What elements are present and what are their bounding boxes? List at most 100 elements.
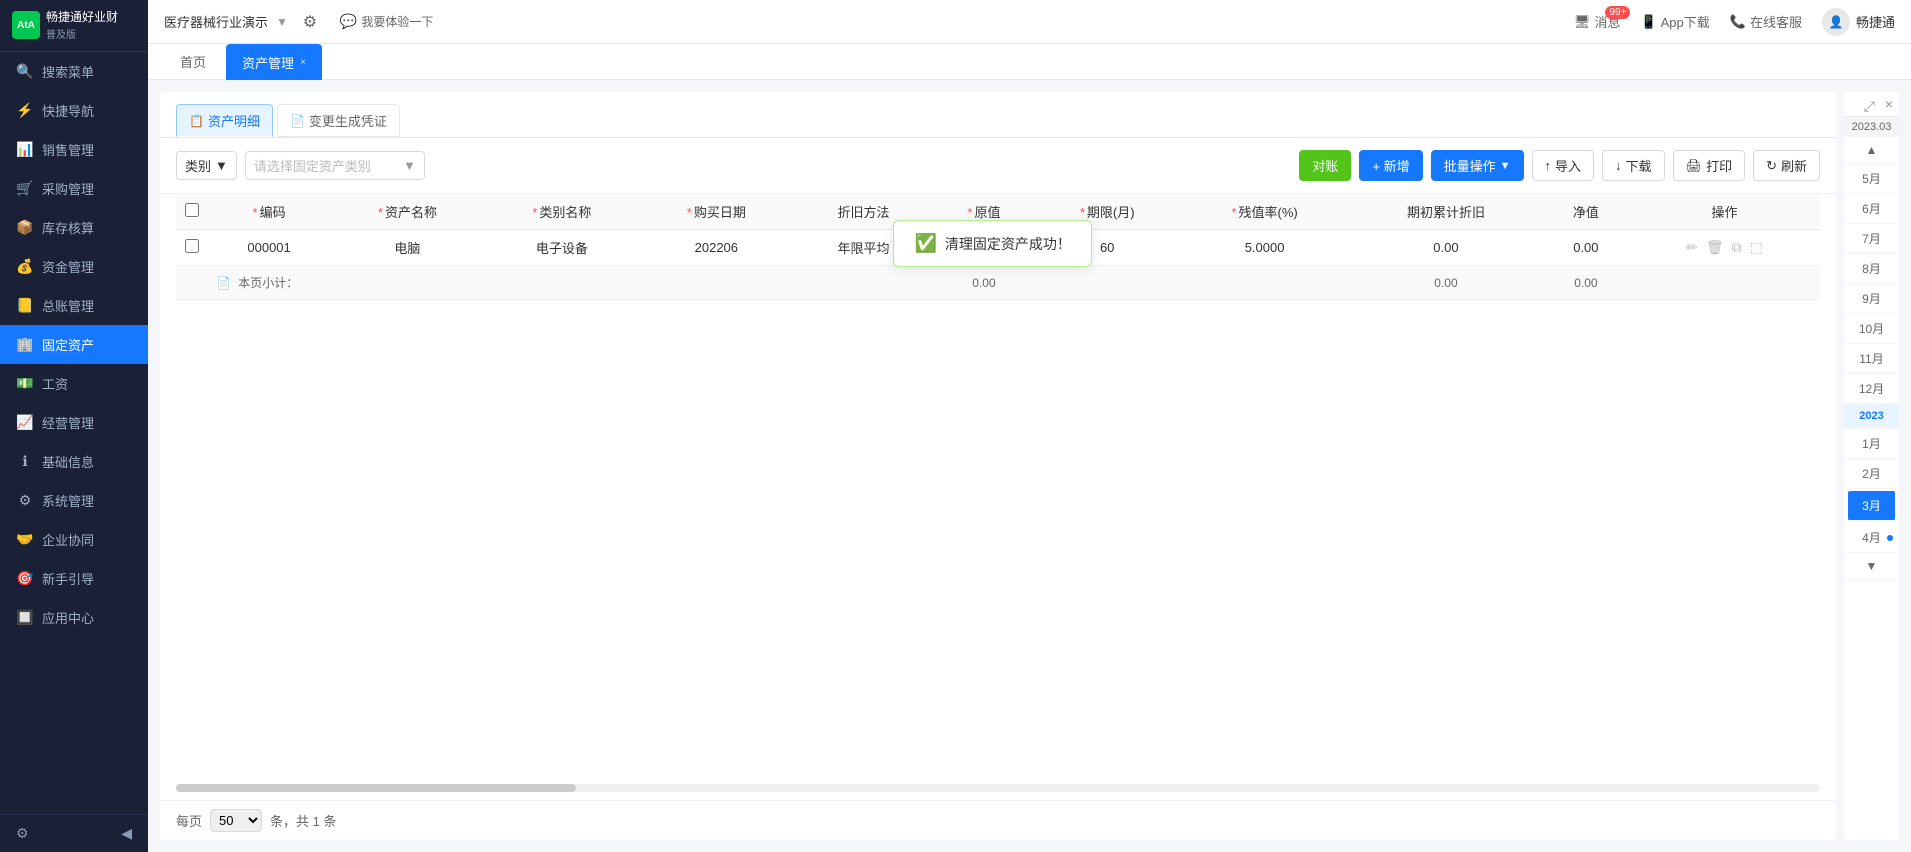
timeline-down-arrow[interactable]: ▼ [1844, 553, 1899, 580]
avatar: 👤 [1822, 8, 1850, 36]
ledger-button[interactable]: 对账 [1299, 150, 1351, 181]
cell-actions: ✏ 🗑 ⧉ ⬚ [1629, 230, 1820, 266]
timeline-current-month[interactable]: 3月 [1848, 491, 1895, 521]
batch-button[interactable]: 批量操作 ▼ [1431, 150, 1524, 181]
timeline-scroll[interactable]: ▲ 5月 6月 7月 8月 9月 10月 11月 12月 2023 1月 2月 … [1844, 137, 1899, 840]
sidebar-item-inventory[interactable]: 📦 库存核算 [0, 208, 148, 247]
sidebar-item-guide[interactable]: 🎯 新手引导 [0, 559, 148, 598]
experience-button[interactable]: 💬 我要体验一下 [340, 13, 433, 30]
sidebar-item-system[interactable]: ⚙ 系统管理 [0, 481, 148, 520]
timeline-expand-icon[interactable]: ⤢ [1864, 98, 1875, 115]
cell-residual-rate: 5.0000 [1180, 230, 1349, 266]
toast-message: 清理固定资产成功！ [945, 234, 1071, 254]
topbar-settings-icon[interactable]: ⚙ [296, 8, 324, 36]
table-row: 000001 电脑 电子设备 202206 年限平均 ✅ 清理固定资产成功！ [176, 230, 1820, 266]
search-icon: 🔍 [16, 62, 34, 80]
header-residual-rate: *残值率(%) [1180, 194, 1349, 230]
sidebar-item-operations[interactable]: 📈 经营管理 [0, 403, 148, 442]
quick-nav-icon: ⚡ [16, 101, 34, 119]
cell-purchase-date: 202206 [639, 230, 793, 266]
more-icon[interactable]: ⬚ [1750, 239, 1763, 256]
delete-icon[interactable]: 🗑 [1706, 239, 1724, 256]
edit-icon[interactable]: ✏ [1686, 239, 1698, 256]
timeline-up-arrow[interactable]: ▲ [1844, 137, 1899, 164]
collapse-icon[interactable]: ◀ [121, 825, 132, 842]
timeline-month-12[interactable]: 12月 [1844, 374, 1899, 404]
timeline-month-9[interactable]: 9月 [1844, 284, 1899, 314]
cell-name: 电脑 [330, 230, 484, 266]
sidebar-item-search[interactable]: 🔍 搜索菜单 [0, 52, 148, 91]
timeline-year-header: 2023.03 [1844, 117, 1899, 137]
messages-button[interactable]: 🖥 消息 99+ [1574, 12, 1621, 31]
panel-tab-change-voucher[interactable]: 📄 变更生成凭证 [277, 104, 400, 137]
category-input[interactable]: 请选择固定资产类别 ▼ [245, 151, 425, 180]
category-select[interactable]: 类别 ▼ [176, 151, 237, 180]
main-tabs: 首页 资产管理 × [148, 44, 1911, 80]
import-button[interactable]: ↑ 导入 [1532, 150, 1595, 181]
add-button[interactable]: + 新增 [1359, 150, 1422, 181]
sidebar-bottom: ⚙ ◀ [0, 814, 148, 852]
sales-icon: 📊 [16, 140, 34, 158]
row-actions: ✏ 🗑 ⧉ ⬚ [1637, 239, 1812, 256]
subtotal-row: 📄 本页小计： 0.00 0.00 0.00 [176, 266, 1820, 300]
sidebar-item-finance[interactable]: 💰 资金管理 [0, 247, 148, 286]
cell-code: 000001 [208, 230, 330, 266]
enterprise-icon: 🤝 [16, 530, 34, 548]
sidebar-item-purchase[interactable]: 🛒 采购管理 [0, 169, 148, 208]
company-dropdown-arrow[interactable]: ▼ [276, 15, 288, 29]
app-center-icon: 🔲 [16, 608, 34, 626]
sidebar-item-quick-nav[interactable]: ⚡ 快捷导航 [0, 91, 148, 130]
timeline-close-icon[interactable]: × [1885, 96, 1893, 112]
timeline-month-2[interactable]: 2月 [1844, 459, 1899, 489]
header-purchase-date: *购买日期 [639, 194, 793, 230]
timeline-month-6[interactable]: 6月 [1844, 194, 1899, 224]
user-profile[interactable]: 👤 畅捷通 [1822, 8, 1895, 36]
download-button[interactable]: ↓ 下载 [1602, 150, 1665, 181]
sidebar-logo: AtA 畅捷通好业财 普及版 [0, 0, 148, 52]
timeline-month-11[interactable]: 11月 [1844, 344, 1899, 374]
sidebar-item-basic-info[interactable]: ℹ 基础信息 [0, 442, 148, 481]
table-scrollbar[interactable] [176, 784, 1820, 792]
service-icon: 📞 [1730, 14, 1746, 30]
copy-icon[interactable]: ⧉ [1732, 239, 1742, 256]
sidebar-item-fixed-assets[interactable]: 🏢 固定资产 [0, 325, 148, 364]
header-name: *资产名称 [330, 194, 484, 230]
timeline-month-1[interactable]: 1月 [1844, 429, 1899, 459]
tab-asset-management[interactable]: 资产管理 × [226, 44, 322, 80]
panel-tab-asset-detail[interactable]: 📋 资产明细 [176, 104, 273, 137]
logo-text: 畅捷通好业财 普及版 [46, 10, 118, 41]
per-page-select[interactable]: 50 100 [210, 809, 262, 832]
sidebar-nav: 🔍 搜索菜单 ⚡ 快捷导航 📊 销售管理 🛒 采购管理 📦 库存核算 💰 资金管… [0, 52, 148, 814]
settings-bottom-icon[interactable]: ⚙ [16, 825, 29, 842]
tab-close-icon[interactable]: × [300, 57, 306, 68]
sidebar-item-enterprise[interactable]: 🤝 企业协同 [0, 520, 148, 559]
cell-original-value: ✅ 清理固定资产成功！ [933, 230, 1034, 266]
assets-table: *编码 *资产名称 *类别名称 *购买日期 折旧方法 *原值 *期限(月) *残… [176, 194, 1820, 300]
timeline-month-7[interactable]: 7月 [1844, 224, 1899, 254]
guide-icon: 🎯 [16, 569, 34, 587]
sidebar-item-payroll[interactable]: 💵 工资 [0, 364, 148, 403]
success-check-icon: ✅ [914, 233, 936, 254]
topbar: 医疗器械行业演示 ▼ ⚙ 💬 我要体验一下 🖥 消息 99+ 📱 App下载 📞… [148, 0, 1911, 44]
refresh-button[interactable]: ↻ 刷新 [1753, 150, 1820, 181]
sidebar-item-sales[interactable]: 📊 销售管理 [0, 130, 148, 169]
page-icon: 📄 [216, 276, 231, 290]
sidebar-item-app-center[interactable]: 🔲 应用中心 [0, 598, 148, 637]
row-checkbox[interactable] [185, 239, 199, 253]
app-download-button[interactable]: 📱 App下载 [1640, 12, 1709, 31]
online-service-button[interactable]: 📞 在线客服 [1730, 12, 1802, 31]
timeline-month-8[interactable]: 8月 [1844, 254, 1899, 284]
sidebar-item-ledger[interactable]: 📒 总账管理 [0, 286, 148, 325]
sidebar: AtA 畅捷通好业财 普及版 🔍 搜索菜单 ⚡ 快捷导航 📊 销售管理 🛒 采购… [0, 0, 148, 852]
logo-icon: AtA [12, 11, 40, 39]
batch-dropdown-icon: ▼ [1500, 160, 1511, 172]
timeline-month-5[interactable]: 5月 [1844, 164, 1899, 194]
select-all-checkbox[interactable] [185, 203, 199, 217]
print-button[interactable]: 🖨 打印 [1673, 150, 1746, 181]
message-icon: 🖥 [1574, 14, 1591, 30]
finance-icon: 💰 [16, 257, 34, 275]
timeline-month-4[interactable]: 4月 [1844, 523, 1899, 553]
timeline-month-10[interactable]: 10月 [1844, 314, 1899, 344]
tab-home[interactable]: 首页 [164, 44, 222, 79]
category-input-arrow: ▼ [403, 158, 416, 173]
